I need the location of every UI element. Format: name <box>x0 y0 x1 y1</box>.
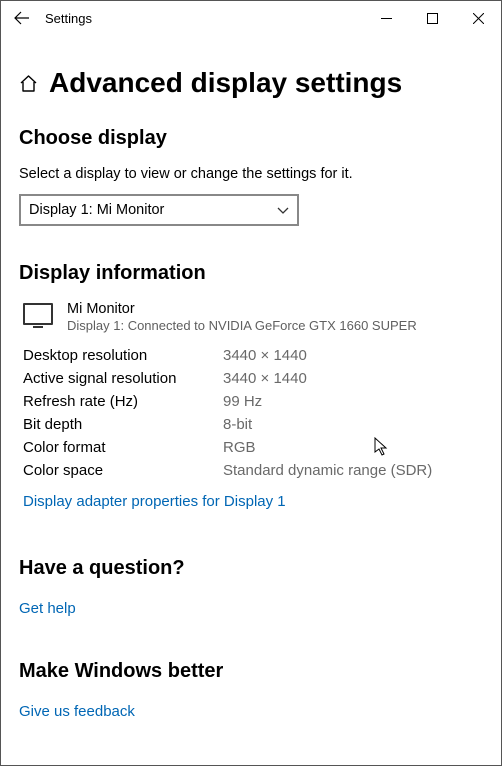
monitor-summary: Mi Monitor Display 1: Connected to NVIDI… <box>23 301 483 333</box>
refresh-rate-label: Refresh rate (Hz) <box>23 393 223 410</box>
monitor-connection: Display 1: Connected to NVIDIA GeForce G… <box>67 318 417 333</box>
desktop-resolution-label: Desktop resolution <box>23 347 223 364</box>
color-format-label: Color format <box>23 439 223 456</box>
page-header: Advanced display settings <box>19 67 483 99</box>
choose-display-heading: Choose display <box>19 127 483 150</box>
get-help-link[interactable]: Get help <box>19 600 76 617</box>
spec-grid: Desktop resolution 3440 × 1440 Active si… <box>23 347 483 479</box>
maximize-icon <box>427 13 438 24</box>
monitor-name: Mi Monitor <box>67 301 417 317</box>
active-signal-resolution-value: 3440 × 1440 <box>223 370 483 387</box>
give-us-feedback-link[interactable]: Give us feedback <box>19 703 135 720</box>
refresh-rate-value: 99 Hz <box>223 393 483 410</box>
have-a-question-section: Have a question? Get help <box>19 557 483 618</box>
window-title: Settings <box>43 11 92 26</box>
color-space-value: Standard dynamic range (SDR) <box>223 462 483 479</box>
desktop-resolution-value: 3440 × 1440 <box>223 347 483 364</box>
close-icon <box>473 13 484 24</box>
minimize-icon <box>381 13 392 24</box>
display-information-section: Display information Mi Monitor Display 1… <box>19 262 483 511</box>
minimize-button[interactable] <box>363 1 409 35</box>
bit-depth-label: Bit depth <box>23 416 223 433</box>
color-space-label: Color space <box>23 462 223 479</box>
monitor-icon <box>23 303 53 325</box>
titlebar: Settings <box>1 1 501 35</box>
display-select[interactable]: Display 1: Mi Monitor <box>19 194 299 226</box>
back-button[interactable] <box>1 1 43 35</box>
bit-depth-value: 8-bit <box>223 416 483 433</box>
maximize-button[interactable] <box>409 1 455 35</box>
arrow-left-icon <box>14 10 30 26</box>
chevron-down-icon <box>277 204 289 216</box>
content-area: Advanced display settings Choose display… <box>1 35 501 739</box>
home-icon <box>19 74 38 93</box>
page-title: Advanced display settings <box>49 67 402 99</box>
close-button[interactable] <box>455 1 501 35</box>
display-select-value: Display 1: Mi Monitor <box>29 202 164 218</box>
active-signal-resolution-label: Active signal resolution <box>23 370 223 387</box>
make-windows-better-heading: Make Windows better <box>19 660 483 683</box>
choose-display-instruction: Select a display to view or change the s… <box>19 166 483 182</box>
make-windows-better-section: Make Windows better Give us feedback <box>19 660 483 721</box>
settings-window: Settings Advanced display settings Choos… <box>0 0 502 766</box>
display-information-heading: Display information <box>19 262 483 285</box>
display-adapter-properties-link[interactable]: Display adapter properties for Display 1 <box>23 493 286 510</box>
color-format-value: RGB <box>223 439 483 456</box>
have-a-question-heading: Have a question? <box>19 557 483 580</box>
home-button[interactable] <box>19 74 38 93</box>
